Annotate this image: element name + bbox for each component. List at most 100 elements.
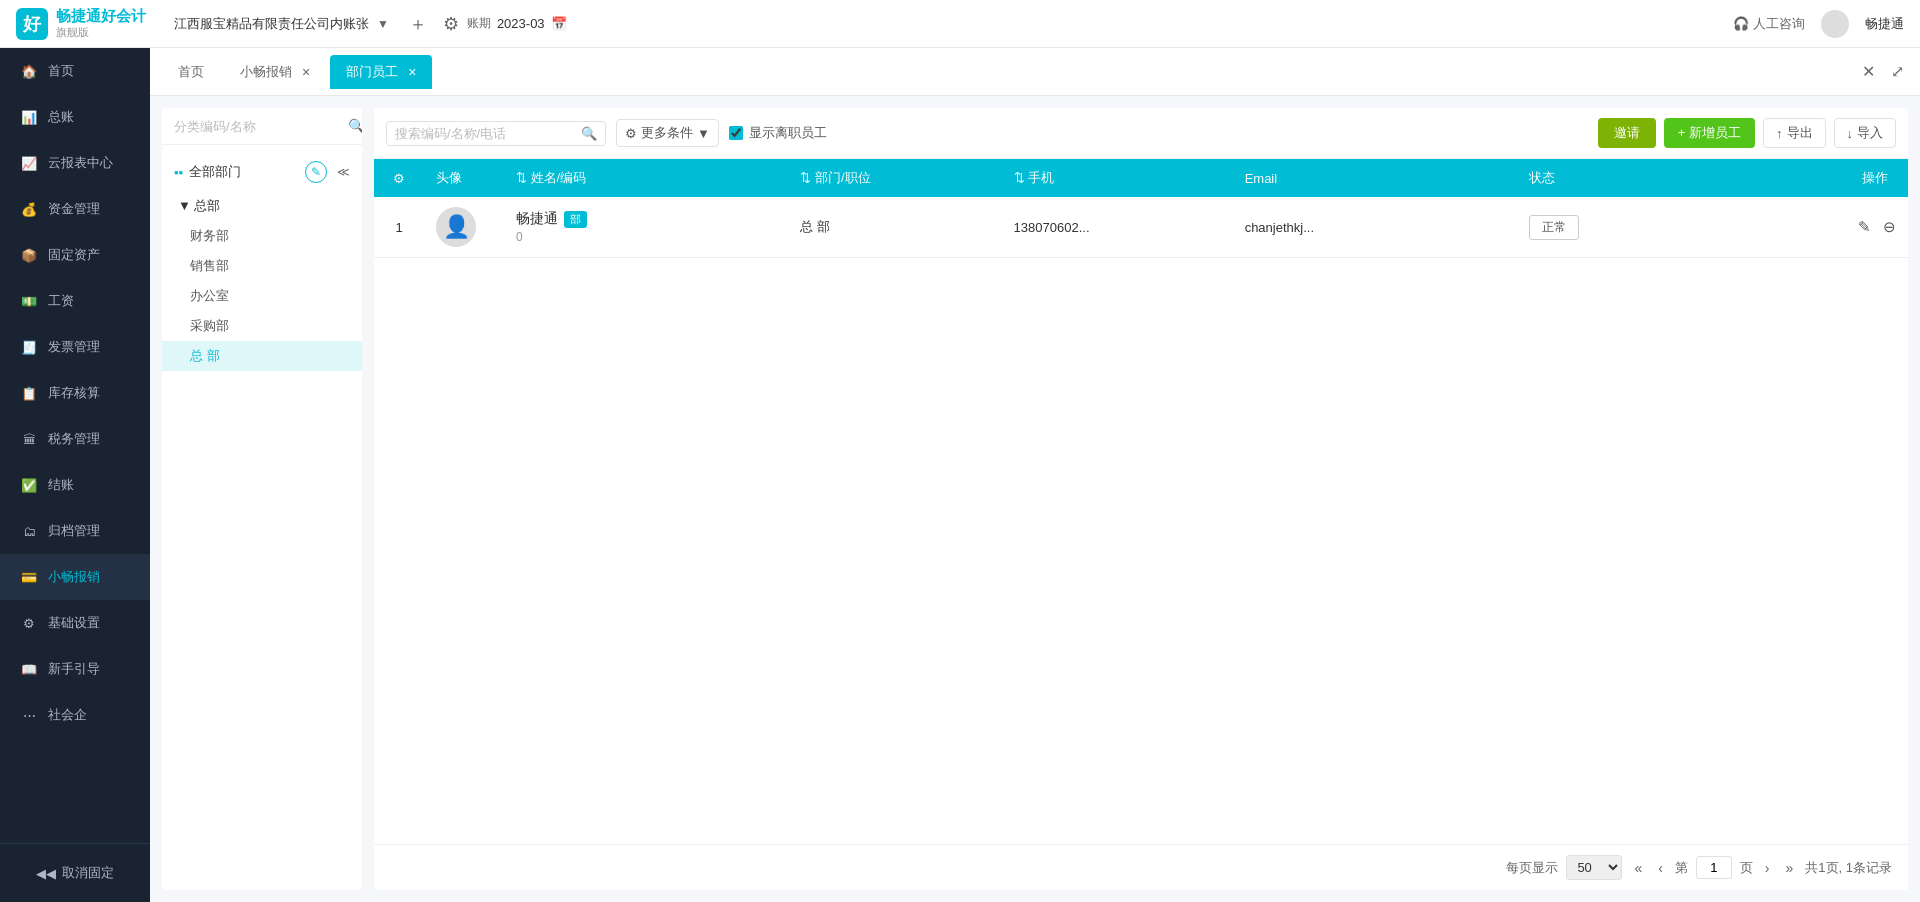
company-selector[interactable]: 江西服宝精品有限责任公司内账张 ▼ [174,15,389,33]
row-phone: 138070602... [1002,197,1233,258]
archive-icon: 🗂 [20,522,38,540]
period-label: 账期 [467,15,491,32]
col-name-code[interactable]: ⇅ 姓名/编码 [504,159,788,197]
dept-item-finance[interactable]: 财务部 [162,221,362,251]
sidebar-item-tax[interactable]: 🏛 税务管理 [0,416,150,462]
page-word: 第 [1675,859,1688,877]
col-gear[interactable]: ⚙ [374,159,424,197]
name-row: 畅捷通 部 [516,210,776,228]
dept-item-purchase[interactable]: 采购部 [162,311,362,341]
tab-dept-close[interactable]: × [408,64,416,80]
dept-search-input[interactable] [174,119,342,134]
top-actions: ＋ ⚙ [409,12,459,36]
sidebar-item-reports[interactable]: 📈 云报表中心 [0,140,150,186]
employee-search-input[interactable] [395,126,575,141]
person-icon: 👤 [443,214,470,240]
period-value: 2023-03 [497,16,545,31]
cancel-fixed-button[interactable]: ◀◀ 取消固定 [0,856,150,890]
sidebar-item-checkout[interactable]: ✅ 结账 [0,462,150,508]
box-icon: 📦 [20,246,38,264]
sidebar-label-invoice: 发票管理 [48,338,100,356]
edit-button[interactable]: ✎ [1858,218,1871,236]
show-resigned-checkbox-area[interactable]: 显示离职员工 [729,124,827,142]
sidebar-label-reports: 云报表中心 [48,154,113,172]
dept-edit-button[interactable]: ✎ [305,161,327,183]
sidebar-item-home[interactable]: 🏠 首页 [0,48,150,94]
pin-icon: ◀◀ [36,866,56,881]
dept-item-office[interactable]: 办公室 [162,281,362,311]
export-icon: ↑ [1776,126,1783,141]
tab-expense-label: 小畅报销 [240,63,292,81]
sidebar-label-settings: 基础设置 [48,614,100,632]
sidebar-label-salary: 工资 [48,292,74,310]
page-number-input[interactable] [1696,856,1732,879]
employee-table: ⚙ 头像 ⇅ 姓名/编码 ⇅ 部门/职位 ⇅ 手机 Email 状态 操作 [374,159,1908,258]
tab-bar: 首页 小畅报销 × 部门员工 × ✕ ⤢ [150,48,1920,96]
user-avatar [1821,10,1849,38]
chart-icon: 📈 [20,154,38,172]
top-right: 🎧 人工咨询 畅捷通 [1733,10,1904,38]
per-page-select[interactable]: 50 20 100 [1566,855,1622,880]
add-employee-button[interactable]: + 新增员工 [1664,118,1755,148]
col-phone[interactable]: ⇅ 手机 [1002,159,1233,197]
add-icon[interactable]: ＋ [409,12,427,36]
sidebar-item-more[interactable]: ⋯ 社会企 [0,692,150,738]
col-email: Email [1233,159,1517,197]
logout-button[interactable]: ⊖ [1883,218,1896,236]
service-button[interactable]: 🎧 人工咨询 [1733,15,1805,33]
sidebar-label-inventory: 库存核算 [48,384,100,402]
col-dept-position[interactable]: ⇅ 部门/职位 [788,159,1001,197]
import-label: 导入 [1857,124,1883,142]
tab-right-actions: ✕ ⤢ [1858,58,1908,85]
tab-dept-employee[interactable]: 部门员工 × [330,55,432,89]
dept-search-icon[interactable]: 🔍 [348,118,362,134]
tab-home[interactable]: 首页 [162,55,220,89]
dept-all-header[interactable]: ▪▪ 全部部门 ✎ ≪ [162,153,362,191]
next-page-button[interactable]: › [1761,858,1774,878]
sidebar-item-archive[interactable]: 🗂 归档管理 [0,508,150,554]
filter-button[interactable]: ⚙ 更多条件 ▼ [616,119,719,147]
dept-all-label: 全部部门 [189,163,241,181]
employee-table-wrapper: ⚙ 头像 ⇅ 姓名/编码 ⇅ 部门/职位 ⇅ 手机 Email 状态 操作 [374,159,1908,844]
row-avatar-cell: 👤 [424,197,504,258]
calendar-icon[interactable]: 📅 [551,16,567,31]
search-icon[interactable]: 🔍 [581,126,597,141]
sidebar-item-ledger[interactable]: 📊 总账 [0,94,150,140]
dept-panel: 🔍 ▪▪ 全部部门 ✎ ≪ ▼ 总部 财务部 销售部 办公室 采购部 总 部 [162,108,362,890]
sidebar-label-checkout: 结账 [48,476,74,494]
toolbar-right: 邀请 + 新增员工 ↑ 导出 ↓ 导入 [1598,118,1896,148]
name-cell: 畅捷通 部 0 [516,210,776,244]
sidebar-label-more: 社会企 [48,706,87,724]
sidebar-scroll: 🏠 首页 📊 总账 📈 云报表中心 💰 资金管理 📦 固定资产 💵 工资 [0,48,150,843]
sidebar-item-assets[interactable]: 📦 固定资产 [0,232,150,278]
prev-page-button[interactable]: ‹ [1654,858,1667,878]
sidebar-item-inventory[interactable]: 📋 库存核算 [0,370,150,416]
close-tab-icon[interactable]: ✕ [1858,58,1879,85]
last-page-button[interactable]: » [1782,858,1798,878]
dept-item-general[interactable]: 总 部 [162,341,362,371]
settings-icon[interactable]: ⚙ [443,13,459,35]
row-email: chanjethkj... [1233,197,1517,258]
sidebar-item-invoice[interactable]: 🧾 发票管理 [0,324,150,370]
invite-button[interactable]: 邀请 [1598,118,1656,148]
sidebar-item-salary[interactable]: 💵 工资 [0,278,150,324]
sidebar-item-capital[interactable]: 💰 资金管理 [0,186,150,232]
first-page-button[interactable]: « [1630,858,1646,878]
grid-icon: ▪▪ [174,165,183,180]
employee-avatar: 👤 [436,207,476,247]
tab-expense-close[interactable]: × [302,64,310,80]
expand-icon[interactable]: ⤢ [1887,58,1908,85]
export-button[interactable]: ↑ 导出 [1763,118,1826,148]
dept-item-sales[interactable]: 销售部 [162,251,362,281]
dept-collapse-icon[interactable]: ≪ [337,165,350,179]
sidebar-item-guide[interactable]: 📖 新手引导 [0,646,150,692]
headset-icon: 🎧 [1733,16,1749,31]
sidebar-item-settings[interactable]: ⚙ 基础设置 [0,600,150,646]
import-button[interactable]: ↓ 导入 [1834,118,1897,148]
tab-expense[interactable]: 小畅报销 × [224,55,326,89]
dept-group-hq[interactable]: ▼ 总部 [162,191,362,221]
sidebar-label-capital: 资金管理 [48,200,100,218]
app-subtitle: 旗舰版 [56,25,146,40]
show-resigned-checkbox[interactable] [729,126,743,140]
sidebar-item-expense[interactable]: 💳 小畅报销 [0,554,150,600]
